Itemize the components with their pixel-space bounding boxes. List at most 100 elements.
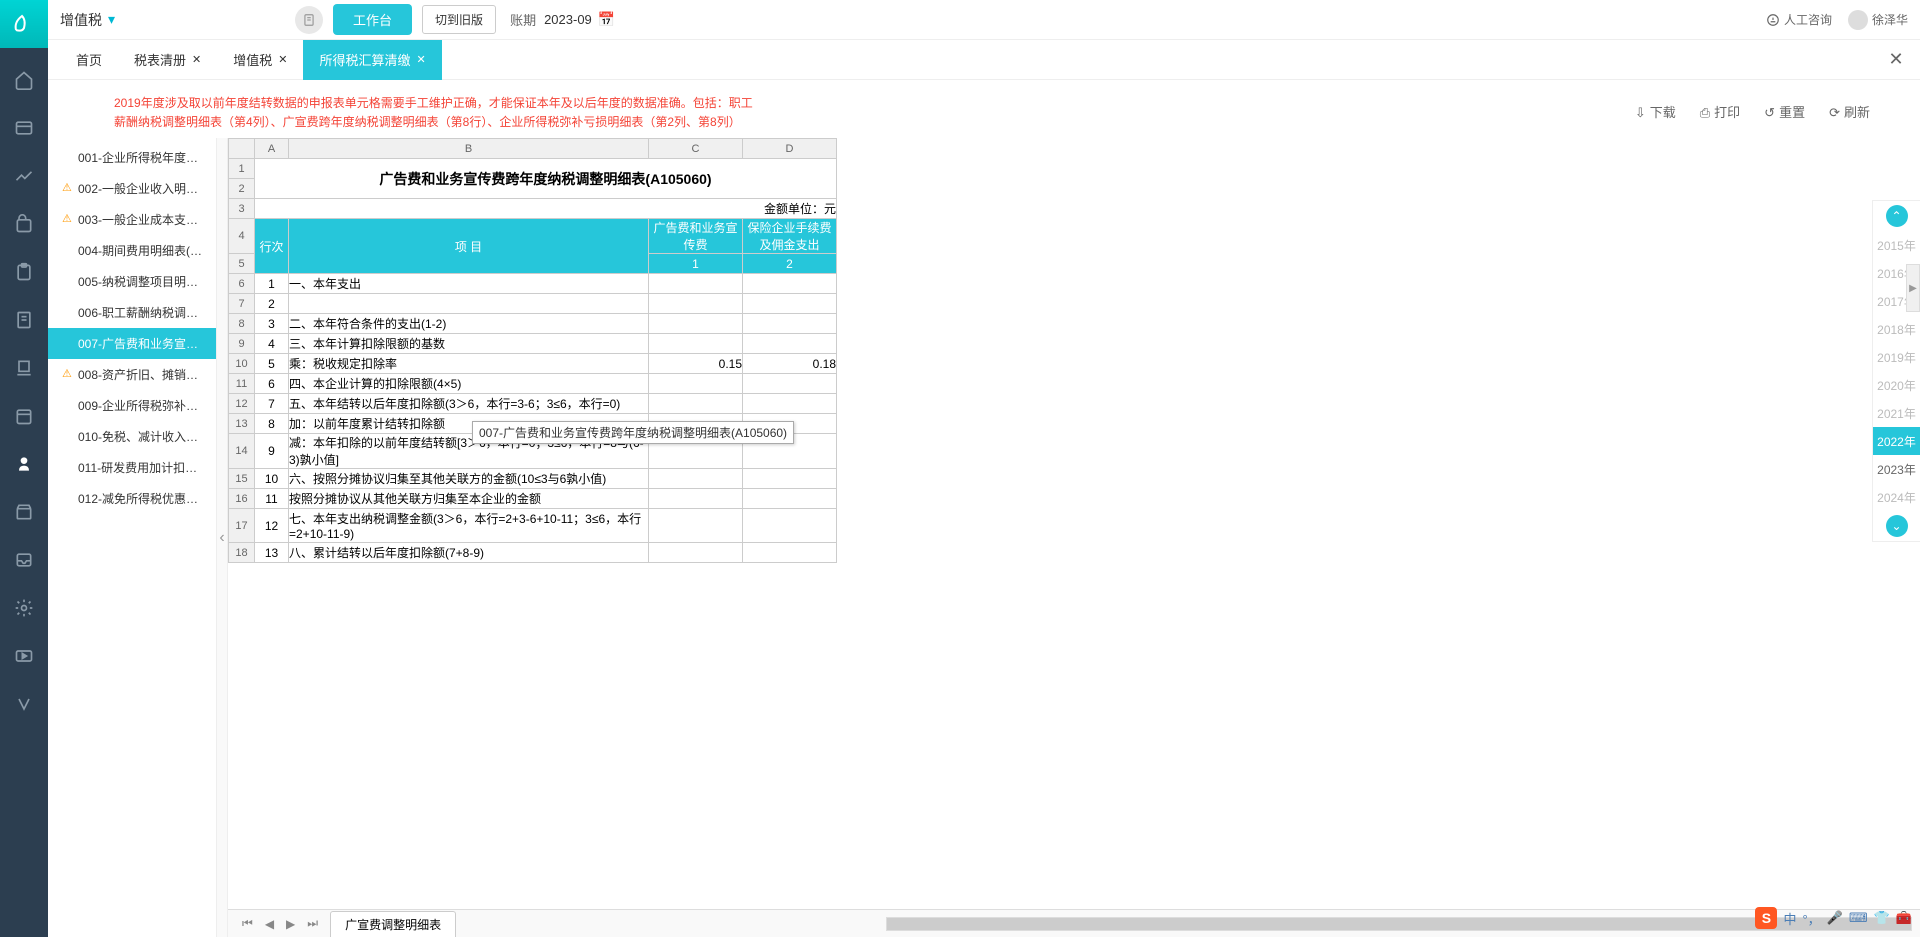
- cell-item[interactable]: 按照分摊协议从其他关联方归集至本企业的金额: [289, 489, 649, 509]
- ime-toolbox-icon[interactable]: 🧰: [1896, 910, 1912, 926]
- cell-value-d[interactable]: [743, 509, 837, 543]
- cell-item[interactable]: 六、按照分摊协议归集至其他关联方的金额(10≤3与6孰小值): [289, 469, 649, 489]
- close-all-tabs-icon[interactable]: ✕: [1884, 48, 1908, 72]
- ime-keyboard-icon[interactable]: ⌨: [1849, 910, 1868, 926]
- cell-seq[interactable]: 2: [255, 294, 289, 314]
- form-list-item[interactable]: 007-广告费和业务宣传费跨...: [48, 328, 216, 359]
- cell-value-c[interactable]: [649, 543, 743, 563]
- tab-close-icon[interactable]: ✕: [417, 53, 426, 66]
- sheet-nav-first[interactable]: ⏮: [236, 916, 259, 931]
- cell-value-c[interactable]: [649, 489, 743, 509]
- tab-close-icon[interactable]: ✕: [278, 53, 287, 66]
- ime-skin-icon[interactable]: 👕: [1874, 910, 1890, 926]
- year-item[interactable]: 2015年: [1873, 231, 1920, 259]
- sheet-tab[interactable]: 广宣费调整明细表: [330, 911, 456, 937]
- form-list-item[interactable]: ⚠008-资产折旧、摊销及纳税...: [48, 359, 216, 390]
- cell-item[interactable]: 七、本年支出纳税调整金额(3＞6，本行=2+3-6+10-11；3≤6，本行=2…: [289, 509, 649, 543]
- old-version-button[interactable]: 切到旧版: [422, 5, 496, 34]
- row-header[interactable]: 8: [229, 314, 255, 334]
- cell-item[interactable]: [289, 294, 649, 314]
- cell-value-d[interactable]: [743, 469, 837, 489]
- form-list-item[interactable]: 012-减免所得税优惠明细表(...: [48, 483, 216, 514]
- year-item[interactable]: 2021年: [1873, 399, 1920, 427]
- cell-item[interactable]: 四、本企业计算的扣除限额(4×5): [289, 374, 649, 394]
- row-header[interactable]: 6: [229, 274, 255, 294]
- period-value[interactable]: 2023-09: [544, 12, 592, 27]
- tax-icon[interactable]: [14, 454, 34, 474]
- form-list-item[interactable]: ⚠003-一般企业成本支出明细...: [48, 204, 216, 235]
- col-header-c[interactable]: C: [649, 139, 743, 159]
- cell-value-c[interactable]: [649, 294, 743, 314]
- cell-value-c[interactable]: [649, 314, 743, 334]
- tab-3[interactable]: 所得税汇算清缴✕: [303, 40, 441, 80]
- cell-seq[interactable]: 12: [255, 509, 289, 543]
- bag-icon[interactable]: [14, 214, 34, 234]
- cell-value-d[interactable]: [743, 374, 837, 394]
- spreadsheet[interactable]: A B C D 1广告费和业务宣传费跨年度纳税调整明细表(A105060) 2 …: [228, 138, 837, 563]
- cell-value-c[interactable]: [649, 374, 743, 394]
- download-button[interactable]: ⇩下载: [1635, 94, 1676, 132]
- cell-value-d[interactable]: [743, 394, 837, 414]
- row-header[interactable]: 15: [229, 469, 255, 489]
- sheet-corner[interactable]: [229, 139, 255, 159]
- expand-right-icon[interactable]: ▶: [1906, 264, 1920, 312]
- col-header-a[interactable]: A: [255, 139, 289, 159]
- gear-icon[interactable]: [14, 598, 34, 618]
- ime-mic-icon[interactable]: 🎤: [1827, 910, 1843, 926]
- row-header[interactable]: 12: [229, 394, 255, 414]
- year-scroll-up-icon[interactable]: ⌃: [1886, 205, 1908, 227]
- row-header[interactable]: 16: [229, 489, 255, 509]
- tab-2[interactable]: 增值税✕: [217, 40, 303, 80]
- cell-seq[interactable]: 6: [255, 374, 289, 394]
- row-header[interactable]: 10: [229, 354, 255, 374]
- inbox-icon[interactable]: [14, 550, 34, 570]
- cell-value-d[interactable]: [743, 274, 837, 294]
- form-list-item[interactable]: 006-职工薪酬纳税调整明细...: [48, 297, 216, 328]
- cell-seq[interactable]: 9: [255, 434, 289, 469]
- cell-seq[interactable]: 1: [255, 274, 289, 294]
- year-item[interactable]: 2024年: [1873, 483, 1920, 511]
- doc-icon-button[interactable]: [295, 6, 323, 34]
- row-header[interactable]: 11: [229, 374, 255, 394]
- workbench-button[interactable]: 工作台: [333, 4, 412, 35]
- cell-seq[interactable]: 5: [255, 354, 289, 374]
- calendar-icon[interactable]: [14, 406, 34, 426]
- row-header[interactable]: 14: [229, 434, 255, 469]
- archive-icon[interactable]: [14, 502, 34, 522]
- sogou-icon[interactable]: S: [1755, 907, 1777, 929]
- ime-lang[interactable]: 中: [1783, 909, 1796, 928]
- form-list-item[interactable]: 005-纳税调整项目明细表(A1...: [48, 266, 216, 297]
- cell-value-c[interactable]: 0.15: [649, 354, 743, 374]
- cell-value-c[interactable]: [649, 274, 743, 294]
- cell-value-c[interactable]: [649, 334, 743, 354]
- form-list-item[interactable]: 004-期间费用明细表(A1040...: [48, 235, 216, 266]
- tab-close-icon[interactable]: ✕: [192, 53, 201, 66]
- cell-seq[interactable]: 13: [255, 543, 289, 563]
- card-icon[interactable]: [14, 118, 34, 138]
- home-icon[interactable]: [14, 70, 34, 90]
- year-scroll-down-icon[interactable]: ⌄: [1886, 515, 1908, 537]
- cell-seq[interactable]: 8: [255, 414, 289, 434]
- cell-value-c[interactable]: [649, 394, 743, 414]
- sheet-nav-prev[interactable]: ◀: [259, 917, 280, 931]
- row-header[interactable]: 18: [229, 543, 255, 563]
- cell-value-d[interactable]: 0.18: [743, 354, 837, 374]
- form-list-item[interactable]: ⚠002-一般企业收入明细表(A...: [48, 173, 216, 204]
- cell-seq[interactable]: 11: [255, 489, 289, 509]
- cell-item[interactable]: 三、本年计算扣除限额的基数: [289, 334, 649, 354]
- row-header[interactable]: 17: [229, 509, 255, 543]
- cell-value-c[interactable]: [649, 469, 743, 489]
- sheet-nav-last[interactable]: ⏭: [301, 916, 324, 931]
- tab-0[interactable]: 首页: [60, 40, 118, 80]
- cell-item[interactable]: 五、本年结转以后年度扣除额(3＞6，本行=3-6；3≤6，本行=0): [289, 394, 649, 414]
- year-item[interactable]: 2019年: [1873, 343, 1920, 371]
- cell-item[interactable]: 一、本年支出: [289, 274, 649, 294]
- ime-punct[interactable]: °，: [1802, 909, 1820, 928]
- year-item[interactable]: 2022年: [1873, 427, 1920, 455]
- user-menu[interactable]: 徐泽华: [1848, 10, 1908, 30]
- cell-item[interactable]: 乘：税收规定扣除率: [289, 354, 649, 374]
- cell-value-d[interactable]: [743, 489, 837, 509]
- consult-button[interactable]: 人工咨询: [1766, 11, 1832, 28]
- sheet-nav-next[interactable]: ▶: [280, 917, 301, 931]
- col-header-b[interactable]: B: [289, 139, 649, 159]
